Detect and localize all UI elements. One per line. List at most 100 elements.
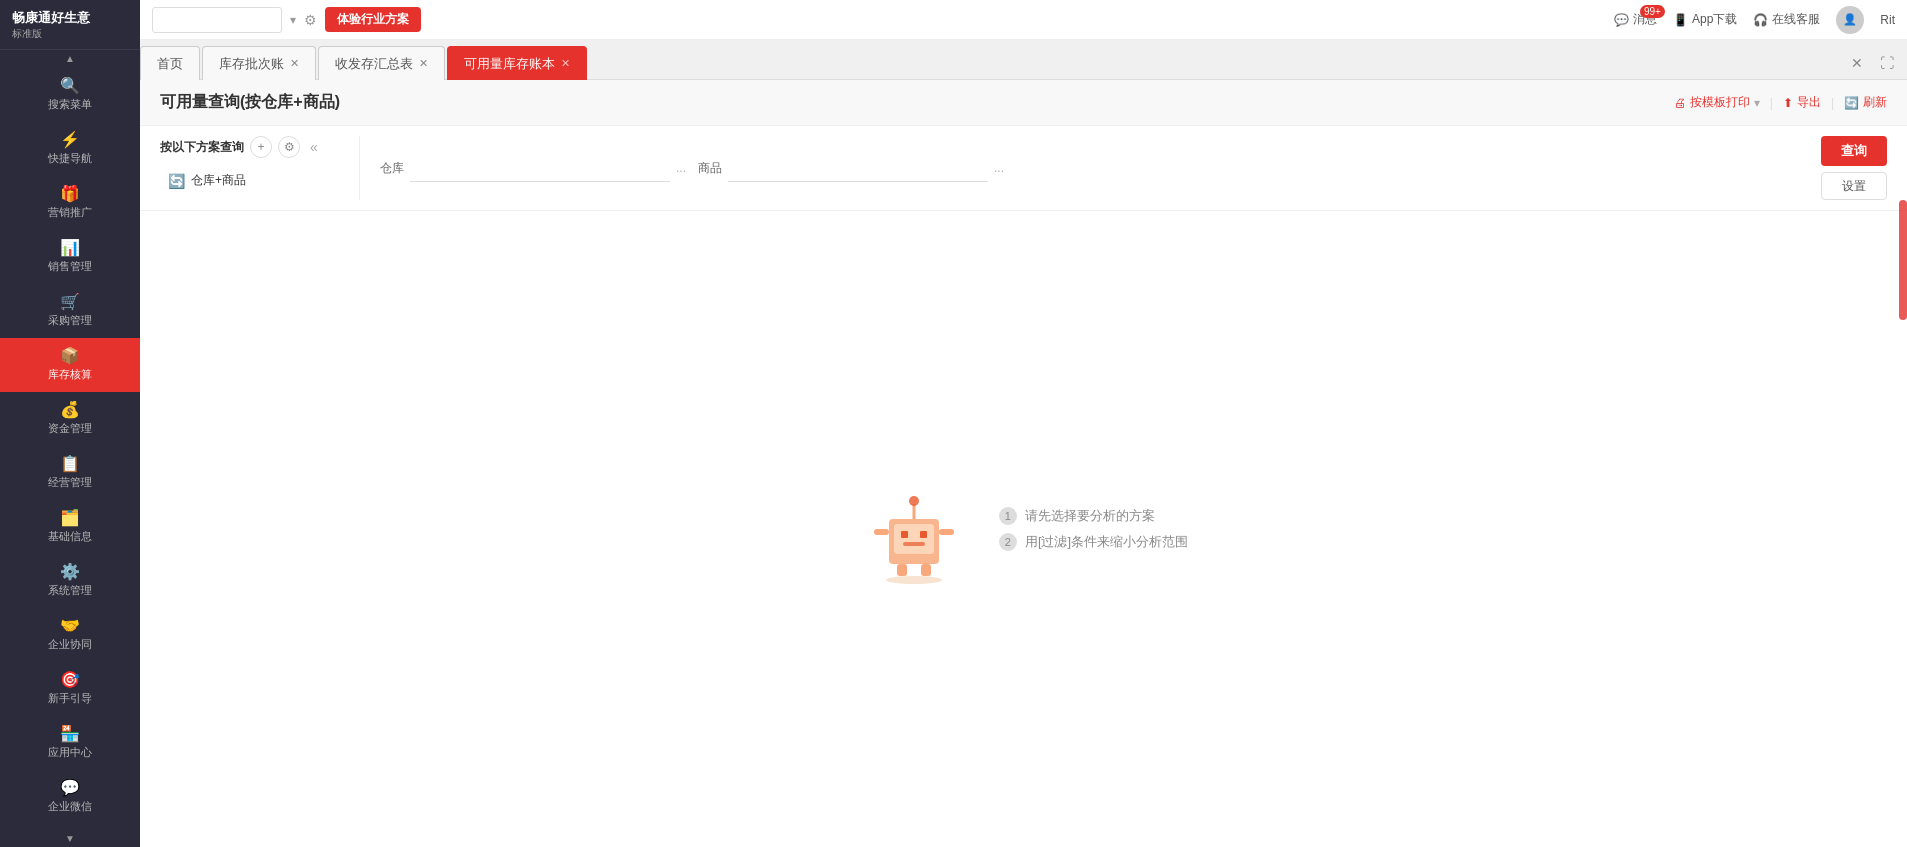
tab-batch-ledger-close[interactable]: ✕: [290, 57, 299, 70]
filter-collapse-btn[interactable]: «: [310, 139, 318, 155]
topbar-gear-icon[interactable]: ⚙: [304, 12, 317, 28]
quick-nav-icon: ⚡: [60, 132, 80, 148]
sidebar-item-label: 快捷导航: [48, 151, 92, 166]
filter-row-1: 仓库 ... 商品 ... 查询 设置: [380, 136, 1887, 200]
warehouse-input[interactable]: [410, 154, 670, 182]
filter-add-btn[interactable]: +: [250, 136, 272, 158]
service-label: 在线客服: [1772, 11, 1820, 28]
filter-scheme-warehouse-goods[interactable]: 🔄 仓库+商品: [160, 166, 349, 195]
sidebar-item-enterprise-wx[interactable]: 💬 企业微信: [0, 770, 140, 824]
goods-label: 商品: [698, 160, 722, 177]
sidebar-item-label: 应用中心: [48, 745, 92, 760]
tab-close-window[interactable]: ✕: [1845, 51, 1869, 75]
sidebar-item-search[interactable]: 🔍 搜索菜单: [0, 68, 140, 122]
sidebar-item-app-center[interactable]: 🏪 应用中心: [0, 716, 140, 770]
sidebar-item-ops[interactable]: 📋 经营管理: [0, 446, 140, 500]
goods-more-btn[interactable]: ...: [994, 161, 1004, 175]
username[interactable]: Rit: [1880, 13, 1895, 27]
tabs-bar: 首页 库存批次账 ✕ 收发存汇总表 ✕ 可用量库存账本 ✕ ✕ ⛶: [140, 40, 1907, 80]
sidebar-item-newcomer[interactable]: 🎯 新手引导: [0, 662, 140, 716]
tab-batch-ledger-label: 库存批次账: [219, 55, 284, 73]
filter-field-goods: 商品 ...: [698, 154, 1004, 182]
main-area: ▾ ⚙ 体验行业方案 💬 消息 99+ 📱 App下载 🎧 在线客服 👤 Rit: [140, 0, 1907, 847]
empty-tip-1: 1 请先选择要分析的方案: [999, 507, 1188, 525]
sidebar-item-label: 资金管理: [48, 421, 92, 436]
system-icon: ⚙️: [60, 564, 80, 580]
sidebar-item-vip[interactable]: 👑 畅会员: [0, 824, 140, 829]
print-template-label: 按模板打印: [1690, 94, 1750, 111]
sidebar-scroll-up[interactable]: ▲: [0, 50, 140, 68]
search-icon: 🔍: [60, 78, 80, 94]
empty-tip-2: 2 用[过滤]条件来缩小分析范围: [999, 533, 1188, 551]
experience-btn[interactable]: 体验行业方案: [325, 7, 421, 32]
topbar-app-download[interactable]: 📱 App下载: [1673, 11, 1737, 28]
inventory-icon: 📦: [60, 348, 80, 364]
topbar-message[interactable]: 💬 消息 99+: [1614, 11, 1657, 28]
enterprise-icon: 🤝: [60, 618, 80, 634]
sidebar-item-basic-info[interactable]: 🗂️ 基础信息: [0, 500, 140, 554]
app-version: 标准版: [12, 27, 128, 41]
tab-recv-summary[interactable]: 收发存汇总表 ✕: [318, 46, 445, 80]
sidebar-item-sales[interactable]: 📊 销售管理: [0, 230, 140, 284]
filter-actions: + ⚙: [250, 136, 300, 158]
sidebar-item-label: 企业协同: [48, 637, 92, 652]
refresh-btn[interactable]: 🔄 刷新: [1844, 94, 1887, 111]
sidebar-item-marketing[interactable]: 🎁 营销推广: [0, 176, 140, 230]
refresh-label: 刷新: [1863, 94, 1887, 111]
sales-icon: 📊: [60, 240, 80, 256]
svg-rect-4: [903, 542, 925, 546]
warehouse-more-btn[interactable]: ...: [676, 161, 686, 175]
print-chevron-icon: ▾: [1754, 96, 1760, 110]
tip-text-2: 用[过滤]条件来缩小分析范围: [1025, 533, 1188, 551]
sidebar-item-quick-nav[interactable]: ⚡ 快捷导航: [0, 122, 140, 176]
topbar-online-service[interactable]: 🎧 在线客服: [1753, 11, 1820, 28]
query-button[interactable]: 查询: [1821, 136, 1887, 166]
topbar-search-input[interactable]: [152, 7, 282, 33]
sidebar-item-finance[interactable]: 💰 资金管理: [0, 392, 140, 446]
user-avatar[interactable]: 👤: [1836, 6, 1864, 34]
basic-info-icon: 🗂️: [60, 510, 80, 526]
sidebar-item-purchase[interactable]: 🛒 采购管理: [0, 284, 140, 338]
svg-rect-9: [897, 564, 907, 576]
marketing-icon: 🎁: [60, 186, 80, 202]
right-scrollbar[interactable]: [1899, 200, 1907, 320]
topbar-chevron-icon[interactable]: ▾: [290, 13, 296, 27]
goods-input[interactable]: [728, 154, 988, 182]
sidebar-item-label: 营销推广: [48, 205, 92, 220]
print-template-btn[interactable]: 🖨 按模板打印 ▾: [1674, 94, 1760, 111]
topbar: ▾ ⚙ 体验行业方案 💬 消息 99+ 📱 App下载 🎧 在线客服 👤 Rit: [140, 0, 1907, 40]
tab-batch-ledger[interactable]: 库存批次账 ✕: [202, 46, 316, 80]
filter-area: 按以下方案查询 + ⚙ « 🔄 仓库+商品 仓库: [140, 126, 1907, 211]
warehouse-label: 仓库: [380, 160, 404, 177]
settings-button[interactable]: 设置: [1821, 172, 1887, 200]
sidebar-item-system[interactable]: ⚙️ 系统管理: [0, 554, 140, 608]
sidebar-item-label: 新手引导: [48, 691, 92, 706]
tab-available-ledger[interactable]: 可用量库存账本 ✕: [447, 46, 587, 80]
sidebar-item-inventory[interactable]: 📦 库存核算: [0, 338, 140, 392]
tip-num-2: 2: [999, 533, 1017, 551]
action-separator-2: |: [1831, 96, 1834, 110]
filter-right-panel: 仓库 ... 商品 ... 查询 设置: [360, 136, 1887, 200]
tab-recv-summary-close[interactable]: ✕: [419, 57, 428, 70]
svg-rect-1: [894, 524, 934, 554]
filter-settings-icon-btn[interactable]: ⚙: [278, 136, 300, 158]
tabs-actions: ✕ ⛶: [1845, 51, 1907, 79]
tab-available-ledger-close[interactable]: ✕: [561, 57, 570, 70]
svg-point-11: [886, 576, 942, 584]
sidebar-item-label: 经营管理: [48, 475, 92, 490]
service-icon: 🎧: [1753, 13, 1768, 27]
filter-scheme-label: 仓库+商品: [191, 172, 246, 189]
topbar-right: 💬 消息 99+ 📱 App下载 🎧 在线客服 👤 Rit: [1614, 6, 1895, 34]
sidebar-item-label: 销售管理: [48, 259, 92, 274]
app-name: 畅康通好生意: [12, 10, 128, 27]
sidebar-scroll-down[interactable]: ▼: [0, 829, 140, 847]
sidebar-item-enterprise[interactable]: 🤝 企业协同: [0, 608, 140, 662]
sidebar-items: 🔍 搜索菜单 ⚡ 快捷导航 🎁 营销推广 📊 销售管理 🛒 采购管理 📦 库存核…: [0, 68, 140, 829]
page-content: 可用量查询(按仓库+商品) 🖨 按模板打印 ▾ | ⬆ 导出 | 🔄 刷新: [140, 80, 1907, 847]
tab-home[interactable]: 首页: [140, 46, 200, 80]
tab-recv-summary-label: 收发存汇总表: [335, 55, 413, 73]
tab-maximize[interactable]: ⛶: [1875, 51, 1899, 75]
sidebar-logo: 畅康通好生意 标准版: [0, 0, 140, 50]
export-btn[interactable]: ⬆ 导出: [1783, 94, 1821, 111]
svg-rect-3: [920, 531, 927, 538]
